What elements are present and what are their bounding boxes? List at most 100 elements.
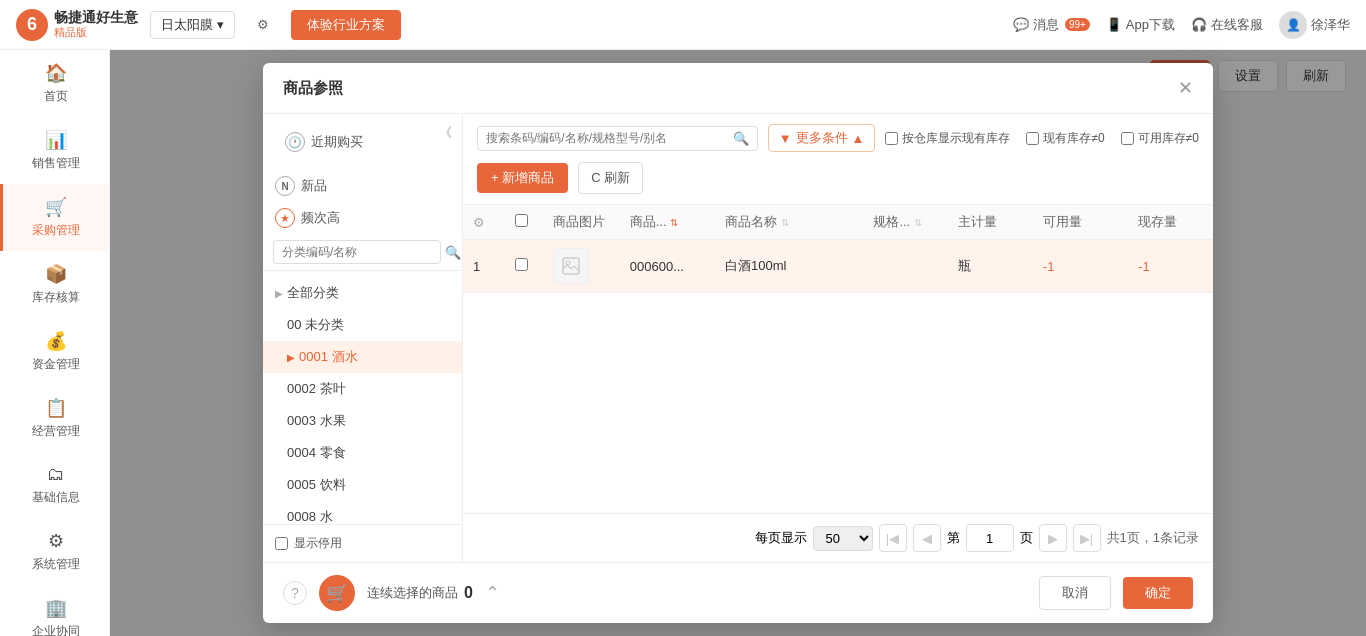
sidebar-item-inventory[interactable]: 📦 库存核算 [0,251,109,318]
app-download-btn[interactable]: 📱 App下载 [1106,16,1175,34]
settings-icon[interactable]: ⚙ [247,9,279,41]
phone-icon: 📱 [1106,17,1122,32]
filter-btn[interactable]: ▼ 更多条件 ▲ [768,124,876,152]
topbar: 6 畅捷通好生意 精品版 日太阳膜 ▾ ⚙ 体验行业方案 💬 消息 99+ 📱 … [0,0,1366,50]
home-icon: 🏠 [45,62,67,84]
logo-text: 畅捷通好生意 [54,9,138,26]
last-page-btn[interactable]: ▶| [1073,524,1101,552]
cancel-btn[interactable]: 取消 [1039,576,1111,610]
sidebar-item-enterprise[interactable]: 🏢 企业协同 [0,585,109,636]
sidebar-item-label: 企业协同 [32,623,80,636]
th-code[interactable]: 商品... ⇅ [620,205,715,240]
show-disabled-checkbox[interactable] [275,537,288,550]
tree-item-uncategorized[interactable]: 00 未分类 [263,309,462,341]
tree-item-water[interactable]: 0008 水 [263,501,462,524]
sort-icon: ⇅ [914,217,922,228]
prev-page-btn[interactable]: ◀ [913,524,941,552]
left-panel: 🕐 近期购买 《 N 新品 ★ 频次高 [263,114,463,562]
sidebar-item-basic[interactable]: 🗂 基础信息 [0,452,109,518]
tree-item-label: 0008 水 [287,508,333,524]
first-page-btn[interactable]: |◀ [879,524,907,552]
sidebar-item-purchase[interactable]: 🛒 采购管理 [0,184,109,251]
tree-item-fruit[interactable]: 0003 水果 [263,405,462,437]
logo-icon: 6 [16,9,48,41]
tree-item-label: 全部分类 [287,284,339,302]
purchase-icon: 🛒 [45,196,67,218]
enterprise-icon: 🏢 [45,597,67,619]
tree-item-beverage[interactable]: 0005 饮料 [263,469,462,501]
search-bar: 🔍 [477,126,758,151]
sidebar-item-home[interactable]: 🏠 首页 [0,50,109,117]
inventory-icon: 📦 [45,263,67,285]
help-btn[interactable]: ? [283,581,307,605]
category-search-input[interactable] [273,240,441,264]
th-stock[interactable]: 现存量 [1128,205,1213,240]
sidebar-item-sales[interactable]: 📊 销售管理 [0,117,109,184]
svg-point-1 [566,261,570,265]
th-settings[interactable]: ⚙ [463,205,505,240]
tree-item-label: 0005 饮料 [287,476,346,494]
sidebar-item-finance[interactable]: 💰 资金管理 [0,318,109,385]
sidebar-item-operation[interactable]: 📋 经营管理 [0,385,109,452]
cart-btn[interactable]: 🛒 [319,575,355,611]
message-badge: 99+ [1065,18,1090,31]
page-unit: 页 [1020,529,1033,547]
row-select-checkbox[interactable] [515,258,528,271]
sidebar-item-label: 系统管理 [32,556,80,573]
search-icon[interactable]: 🔍 [733,131,749,146]
tree-item-snack[interactable]: 0004 零食 [263,437,462,469]
category-search-icon[interactable]: 🔍 [445,245,461,260]
product-thumbnail [553,248,589,284]
confirm-btn[interactable]: 确定 [1123,577,1193,609]
star-icon: ★ [275,208,295,228]
quick-filter-frequent[interactable]: ★ 频次高 [263,202,462,234]
row-unit: 瓶 [948,240,1033,293]
checkbox-warehouse[interactable]: 按仓库显示现有库存 [885,130,1010,147]
topbar-right: 💬 消息 99+ 📱 App下载 🎧 在线客服 👤 徐泽华 [1013,11,1350,39]
basic-icon: 🗂 [47,464,65,485]
tree-item-liquor[interactable]: ▶ 0001 酒水 [263,341,462,373]
table-row[interactable]: 1 [463,240,1213,293]
pagination: 每页显示 50 100 200 |◀ ◀ 第 页 ▶ [463,513,1213,562]
new-product-btn[interactable]: + 新增商品 [477,163,568,193]
main-layout: 🏠 首页 📊 销售管理 🛒 采购管理 📦 库存核算 💰 资金管理 📋 经营管理 … [0,50,1366,636]
store-selector[interactable]: 日太阳膜 ▾ [150,11,235,39]
sidebar-item-system[interactable]: ⚙ 系统管理 [0,518,109,585]
product-table-wrap: ⚙ 商品图片 [463,205,1213,513]
message-btn[interactable]: 💬 消息 99+ [1013,16,1090,34]
modal-dialog: 商品参照 ✕ 🕐 近期购买 《 [263,63,1213,623]
tree-item-all[interactable]: ▶ 全部分类 [263,277,462,309]
row-num: 1 [463,240,505,293]
th-spec[interactable]: 规格... ⇅ [863,205,948,240]
experience-btn[interactable]: 体验行业方案 [291,10,401,40]
sales-icon: 📊 [45,129,67,151]
sidebar: 🏠 首页 📊 销售管理 🛒 采购管理 📦 库存核算 💰 资金管理 📋 经营管理 … [0,50,110,636]
collapse-icon[interactable]: ⌃ [485,582,500,604]
th-name[interactable]: 商品名称 ⇅ [715,205,863,240]
quick-filter-area: 🕐 近期购买 《 [263,114,462,170]
modal-close-btn[interactable]: ✕ [1178,77,1193,99]
per-page-select[interactable]: 50 100 200 [813,526,873,551]
user-menu[interactable]: 👤 徐泽华 [1279,11,1350,39]
th-unit[interactable]: 主计量 [948,205,1033,240]
checkbox-group: 按仓库显示现有库存 现有库存≠0 可用库存≠0 [885,130,1199,147]
settings-icon[interactable]: ⚙ [473,215,485,230]
row-stock: -1 [1128,240,1213,293]
headset-icon: 🎧 [1191,17,1207,32]
quick-filter-recent[interactable]: 🕐 近期购买 [273,124,375,160]
online-service-btn[interactable]: 🎧 在线客服 [1191,16,1263,34]
next-page-btn[interactable]: ▶ [1039,524,1067,552]
search-input[interactable] [486,131,733,145]
page-input[interactable] [966,524,1014,552]
row-checkbox [505,240,543,293]
right-panel: 🔍 ▼ 更多条件 ▲ 按仓库显示现有库存 [463,114,1213,562]
refresh-btn[interactable]: C 刷新 [578,162,643,194]
checkbox-available[interactable]: 可用库存≠0 [1121,130,1199,147]
logo: 6 畅捷通好生意 精品版 [16,9,138,41]
th-available[interactable]: 可用量 [1033,205,1128,240]
select-all-checkbox[interactable] [515,214,528,227]
collapse-btn[interactable]: 《 [439,124,452,160]
quick-filter-new[interactable]: N 新品 [263,170,462,202]
checkbox-stock[interactable]: 现有库存≠0 [1026,130,1104,147]
tree-item-tea[interactable]: 0002 茶叶 [263,373,462,405]
